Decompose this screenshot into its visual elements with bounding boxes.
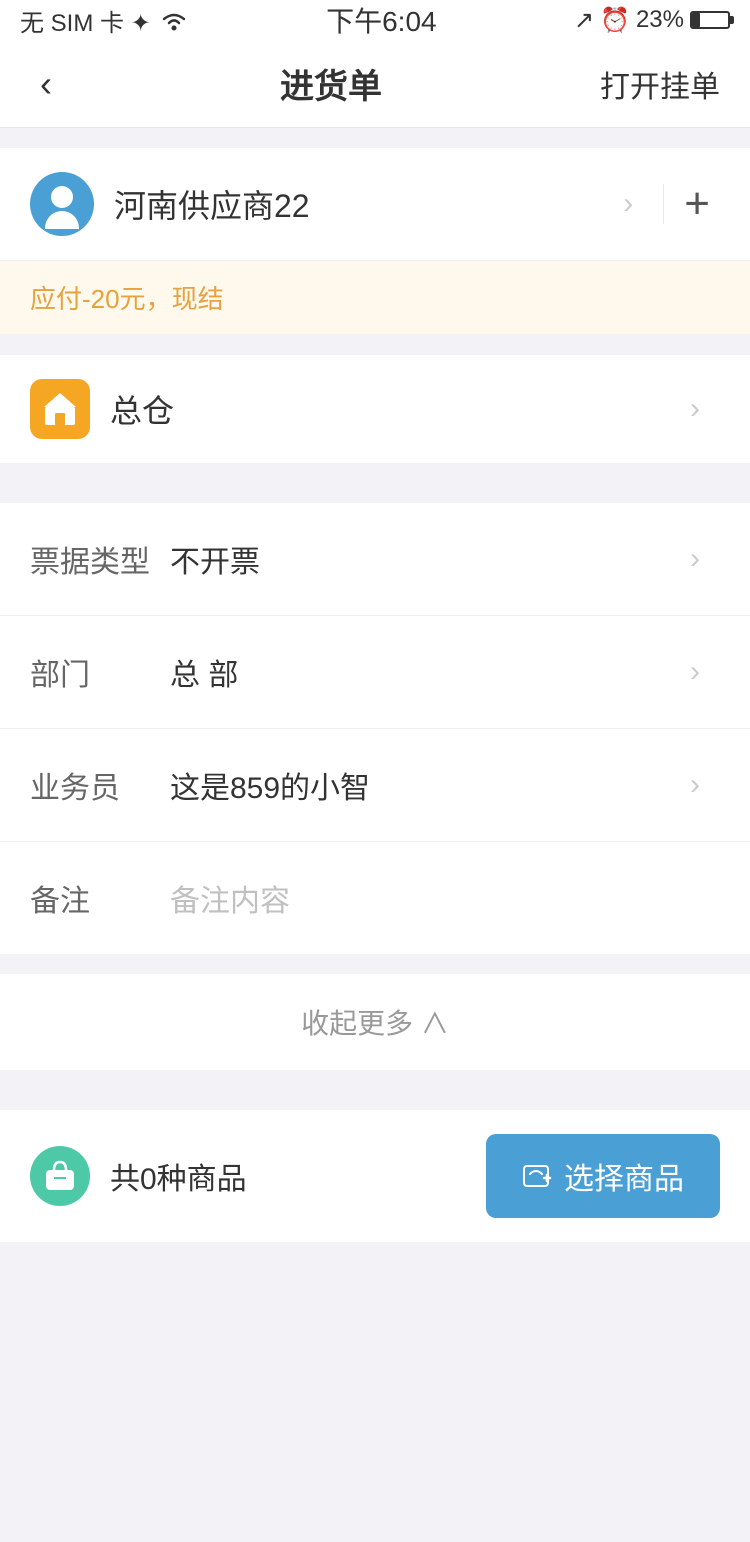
avatar-person-icon bbox=[44, 186, 80, 222]
warehouse-chevron-icon: › bbox=[690, 392, 700, 426]
notice-text: 应付-20元，现结 bbox=[30, 284, 224, 314]
vertical-divider bbox=[663, 184, 664, 224]
status-right: ↗ ⏰ 23% bbox=[574, 6, 730, 35]
warehouse-icon-wrap bbox=[30, 379, 90, 439]
gap-3 bbox=[0, 463, 750, 483]
department-label: 部门 bbox=[30, 650, 150, 694]
page-background bbox=[0, 1242, 750, 1542]
notice-bar: 应付-20元，现结 bbox=[0, 261, 750, 334]
select-product-label: 选择商品 bbox=[564, 1154, 684, 1198]
battery-icon bbox=[690, 11, 730, 29]
status-bar: 无 SIM 卡 ✦ 下午6:04 ↗ ⏰ 23% bbox=[0, 0, 750, 40]
status-time: 下午6:04 bbox=[326, 0, 437, 40]
location-icon: ↗ bbox=[574, 6, 594, 35]
product-count-text: 共0种商品 bbox=[110, 1154, 466, 1198]
invoice-type-chevron-icon: › bbox=[690, 542, 700, 576]
warehouse-icon bbox=[42, 391, 78, 427]
supplier-avatar bbox=[30, 172, 94, 236]
page-title: 进货单 bbox=[280, 59, 382, 108]
invoice-type-row[interactable]: 票据类型 不开票 › bbox=[0, 503, 750, 616]
department-chevron-icon: › bbox=[690, 655, 700, 689]
salesperson-row[interactable]: 业务员 这是859的小智 › bbox=[0, 729, 750, 842]
supplier-section: 河南供应商22 › + 应付-20元，现结 bbox=[0, 148, 750, 334]
remark-row[interactable]: 备注 备注内容 bbox=[0, 842, 750, 954]
invoice-type-value: 不开票 bbox=[150, 537, 690, 581]
battery-percent: 23% bbox=[636, 6, 684, 34]
supplier-chevron-icon: › bbox=[623, 187, 633, 221]
back-button[interactable]: ‹ bbox=[30, 53, 62, 115]
warehouse-row[interactable]: 总仓 › bbox=[0, 355, 750, 463]
add-supplier-button[interactable]: + bbox=[674, 174, 720, 234]
bottom-toolbar: 共0种商品 选择商品 bbox=[0, 1110, 750, 1242]
supplier-row[interactable]: 河南供应商22 › + bbox=[0, 148, 750, 261]
form-section: 票据类型 不开票 › 部门 总 部 › 业务员 这是859的小智 › 备注 备注… bbox=[0, 503, 750, 954]
select-product-button[interactable]: 选择商品 bbox=[486, 1134, 720, 1218]
signal-text: 无 SIM 卡 ✦ bbox=[20, 3, 151, 38]
status-left: 无 SIM 卡 ✦ bbox=[20, 3, 189, 38]
product-icon-wrap bbox=[30, 1146, 90, 1206]
alarm-icon: ⏰ bbox=[600, 6, 630, 35]
invoice-type-label: 票据类型 bbox=[30, 537, 150, 581]
gap-4 bbox=[0, 1070, 750, 1090]
warehouse-name: 总仓 bbox=[110, 386, 690, 432]
department-value: 总 部 bbox=[150, 650, 690, 694]
open-hang-button[interactable]: 打开挂单 bbox=[600, 62, 720, 106]
collapse-row[interactable]: 收起更多 ∧ bbox=[0, 974, 750, 1070]
nav-bar: ‹ 进货单 打开挂单 bbox=[0, 40, 750, 128]
salesperson-chevron-icon: › bbox=[690, 768, 700, 802]
wifi-icon bbox=[159, 9, 189, 31]
supplier-name: 河南供应商22 bbox=[114, 181, 623, 227]
department-row[interactable]: 部门 总 部 › bbox=[0, 616, 750, 729]
remark-placeholder[interactable]: 备注内容 bbox=[150, 876, 720, 920]
select-product-icon bbox=[522, 1160, 554, 1192]
remark-label: 备注 bbox=[30, 876, 150, 920]
salesperson-label: 业务员 bbox=[30, 763, 150, 807]
salesperson-value: 这是859的小智 bbox=[150, 763, 690, 807]
gap-1 bbox=[0, 128, 750, 148]
product-bag-icon bbox=[42, 1158, 78, 1194]
collapse-label: 收起更多 ∧ bbox=[301, 1008, 449, 1039]
gap-2 bbox=[0, 334, 750, 354]
